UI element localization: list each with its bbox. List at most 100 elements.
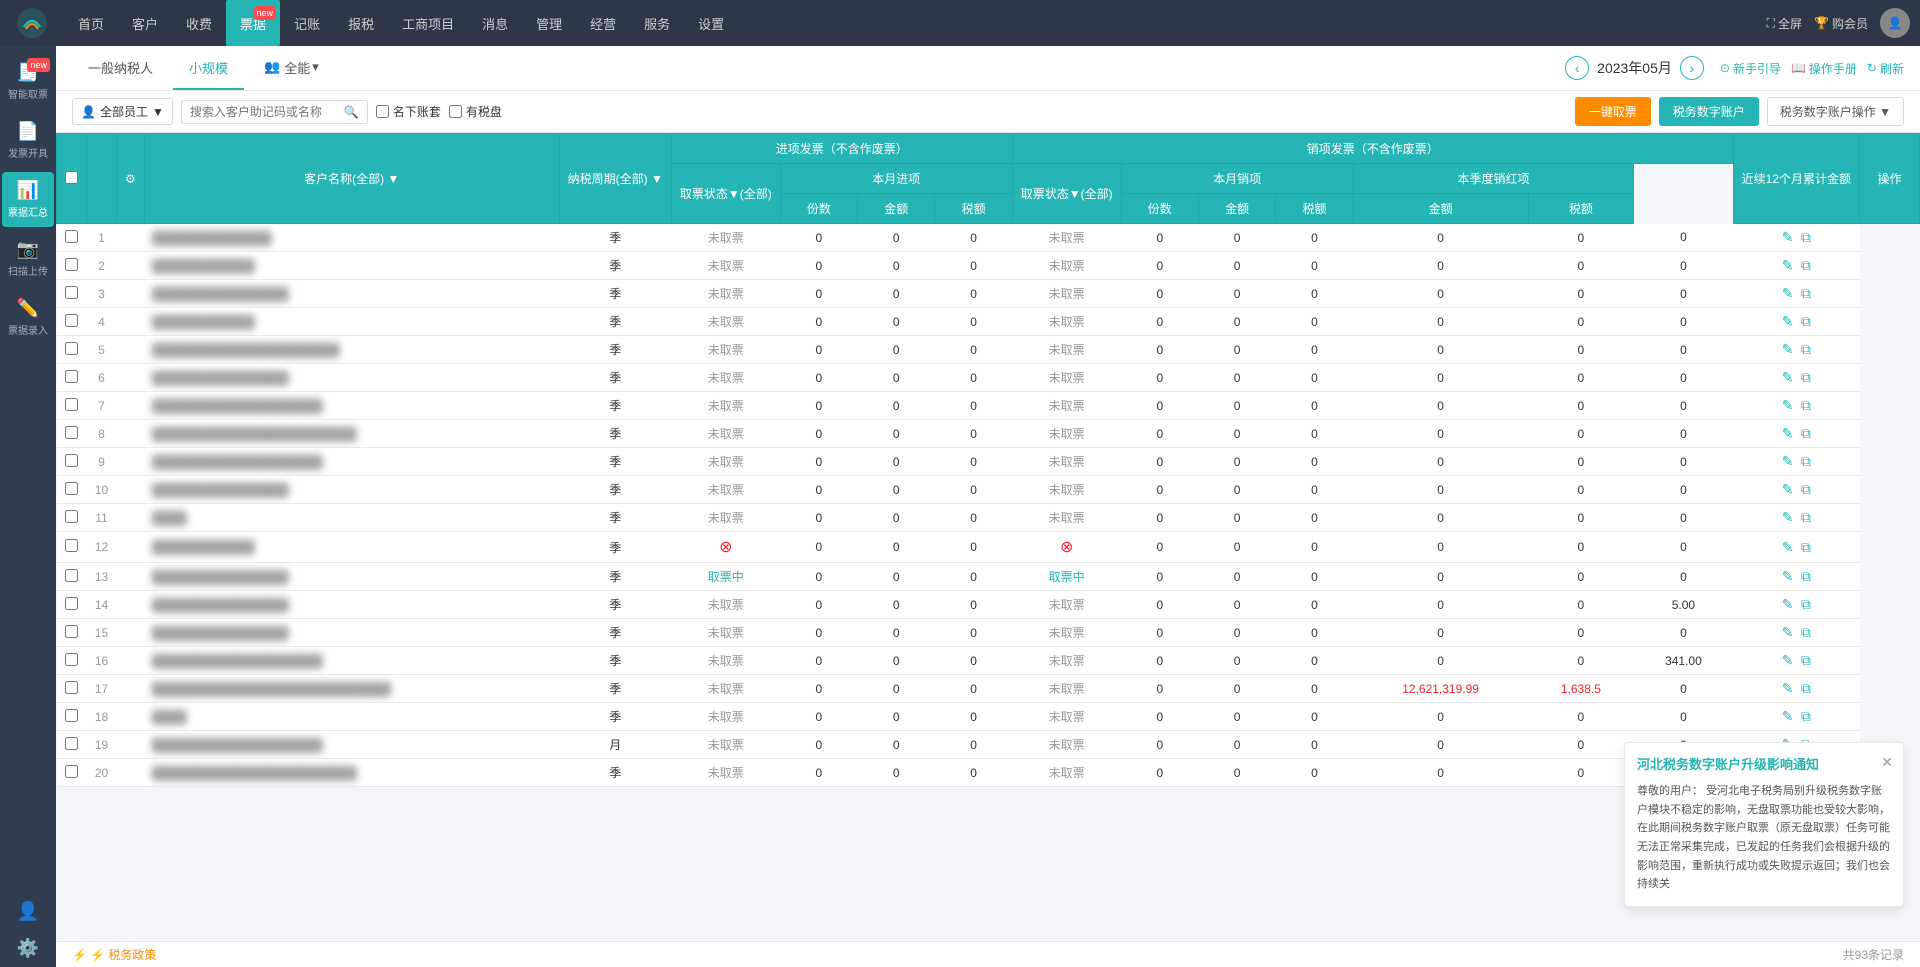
- row-checkbox[interactable]: [65, 286, 78, 299]
- period-prev-btn[interactable]: ‹: [1565, 56, 1589, 80]
- tax-policy-link[interactable]: ⚡ ⚡ 税务政策: [72, 946, 156, 963]
- edit-btn[interactable]: ✎: [1782, 257, 1794, 273]
- nav-service[interactable]: 服务: [630, 0, 684, 46]
- nav-bookkeeping[interactable]: 记账: [280, 0, 334, 46]
- tab-small[interactable]: 小规模: [173, 46, 244, 90]
- edit-btn[interactable]: ✎: [1782, 453, 1794, 469]
- row-checkbox[interactable]: [65, 569, 78, 582]
- edit-btn[interactable]: ✎: [1782, 596, 1794, 612]
- edit-btn[interactable]: ✎: [1782, 285, 1794, 301]
- sidebar-item-entry[interactable]: ✏️ 票据录入: [2, 290, 54, 345]
- row-checkbox[interactable]: [65, 653, 78, 666]
- nav-message[interactable]: 消息: [468, 0, 522, 46]
- edit-btn[interactable]: ✎: [1782, 509, 1794, 525]
- copy-btn[interactable]: ⧉: [1801, 624, 1811, 640]
- nav-operation[interactable]: 经营: [576, 0, 630, 46]
- row-checkbox[interactable]: [65, 482, 78, 495]
- copy-btn[interactable]: ⧉: [1801, 652, 1811, 668]
- one-click-ticket-btn[interactable]: 一键取票: [1575, 97, 1651, 126]
- row-checkbox[interactable]: [65, 737, 78, 750]
- copy-btn[interactable]: ⧉: [1801, 481, 1811, 497]
- copy-btn[interactable]: ⧉: [1801, 285, 1811, 301]
- row-check[interactable]: [57, 224, 87, 252]
- row-check[interactable]: [57, 364, 87, 392]
- row-checkbox[interactable]: [65, 342, 78, 355]
- search-icon[interactable]: 🔍: [344, 105, 359, 119]
- copy-btn[interactable]: ⧉: [1801, 425, 1811, 441]
- edit-btn[interactable]: ✎: [1782, 425, 1794, 441]
- row-check[interactable]: [57, 759, 87, 787]
- row-check[interactable]: [57, 308, 87, 336]
- row-check[interactable]: [57, 420, 87, 448]
- row-checkbox[interactable]: [65, 370, 78, 383]
- copy-btn[interactable]: ⧉: [1801, 397, 1811, 413]
- sidebar-item-open-ticket[interactable]: 📄 发票开具: [2, 113, 54, 168]
- copy-btn[interactable]: ⧉: [1801, 369, 1811, 385]
- copy-btn[interactable]: ⧉: [1801, 509, 1811, 525]
- row-checkbox[interactable]: [65, 258, 78, 271]
- row-check[interactable]: [57, 591, 87, 619]
- copy-btn[interactable]: ⧉: [1801, 313, 1811, 329]
- row-check[interactable]: [57, 476, 87, 504]
- row-checkbox[interactable]: [65, 510, 78, 523]
- edit-btn[interactable]: ✎: [1782, 708, 1794, 724]
- manual-btn[interactable]: 📖 操作手册: [1791, 60, 1857, 77]
- edit-btn[interactable]: ✎: [1782, 481, 1794, 497]
- th-output-status[interactable]: 取票状态▼(全部): [1012, 164, 1121, 224]
- row-check[interactable]: [57, 675, 87, 703]
- row-checkbox[interactable]: [65, 597, 78, 610]
- row-check[interactable]: [57, 647, 87, 675]
- sidebar-item-smart-ticket[interactable]: 🧾 智能取票 new: [2, 54, 54, 109]
- copy-btn[interactable]: ⧉: [1801, 341, 1811, 357]
- select-all-checkbox[interactable]: [65, 171, 78, 184]
- sidebar-item-scan[interactable]: 📷 扫描上传: [2, 231, 54, 286]
- edit-btn[interactable]: ✎: [1782, 397, 1794, 413]
- member-btn[interactable]: 🏆 购会员: [1814, 15, 1868, 32]
- copy-btn[interactable]: ⧉: [1801, 539, 1811, 555]
- row-checkbox[interactable]: [65, 454, 78, 467]
- row-checkbox[interactable]: [65, 681, 78, 694]
- row-check[interactable]: [57, 336, 87, 364]
- sidebar-item-user[interactable]: 👤: [2, 893, 54, 930]
- row-checkbox[interactable]: [65, 709, 78, 722]
- row-check[interactable]: [57, 280, 87, 308]
- row-checkbox[interactable]: [65, 230, 78, 243]
- th-name[interactable]: 客户名称(全部) ▼: [144, 134, 559, 224]
- tab-all[interactable]: 👥 全能 ▾: [248, 46, 335, 90]
- row-check[interactable]: [57, 448, 87, 476]
- row-check[interactable]: [57, 703, 87, 731]
- checkbox-my-accounts[interactable]: 名下账套: [376, 103, 441, 120]
- row-check[interactable]: [57, 504, 87, 532]
- nav-settings[interactable]: 设置: [684, 0, 738, 46]
- sidebar-item-summary[interactable]: 📊 票据汇总: [2, 172, 54, 227]
- row-checkbox[interactable]: [65, 765, 78, 778]
- nav-tax[interactable]: 报税: [334, 0, 388, 46]
- tab-general[interactable]: 一般纳税人: [72, 46, 169, 90]
- my-accounts-checkbox[interactable]: [376, 105, 389, 118]
- row-check[interactable]: [57, 252, 87, 280]
- copy-btn[interactable]: ⧉: [1801, 568, 1811, 584]
- edit-btn[interactable]: ✎: [1782, 652, 1794, 668]
- has-taxdisk-checkbox[interactable]: [449, 105, 462, 118]
- copy-btn[interactable]: ⧉: [1801, 257, 1811, 273]
- nav-ticket[interactable]: 票据 new: [226, 0, 280, 46]
- digital-account-op-btn[interactable]: 税务数字账户操作 ▼: [1767, 97, 1904, 126]
- edit-btn[interactable]: ✎: [1782, 680, 1794, 696]
- row-check[interactable]: [57, 619, 87, 647]
- period-next-btn[interactable]: ›: [1680, 56, 1704, 80]
- notification-close-btn[interactable]: ✕: [1881, 751, 1893, 773]
- row-check[interactable]: [57, 563, 87, 591]
- th-period[interactable]: 纳税周期(全部) ▼: [559, 134, 671, 224]
- th-input-status[interactable]: 取票状态▼(全部): [671, 164, 780, 224]
- edit-btn[interactable]: ✎: [1782, 568, 1794, 584]
- nav-home[interactable]: 首页: [64, 0, 118, 46]
- row-check[interactable]: [57, 392, 87, 420]
- nav-client[interactable]: 客户: [118, 0, 172, 46]
- copy-btn[interactable]: ⧉: [1801, 453, 1811, 469]
- copy-btn[interactable]: ⧉: [1801, 229, 1811, 245]
- row-check[interactable]: [57, 731, 87, 759]
- digital-account-btn[interactable]: 税务数字账户: [1659, 97, 1759, 126]
- nav-manage[interactable]: 管理: [522, 0, 576, 46]
- row-checkbox[interactable]: [65, 625, 78, 638]
- edit-btn[interactable]: ✎: [1782, 341, 1794, 357]
